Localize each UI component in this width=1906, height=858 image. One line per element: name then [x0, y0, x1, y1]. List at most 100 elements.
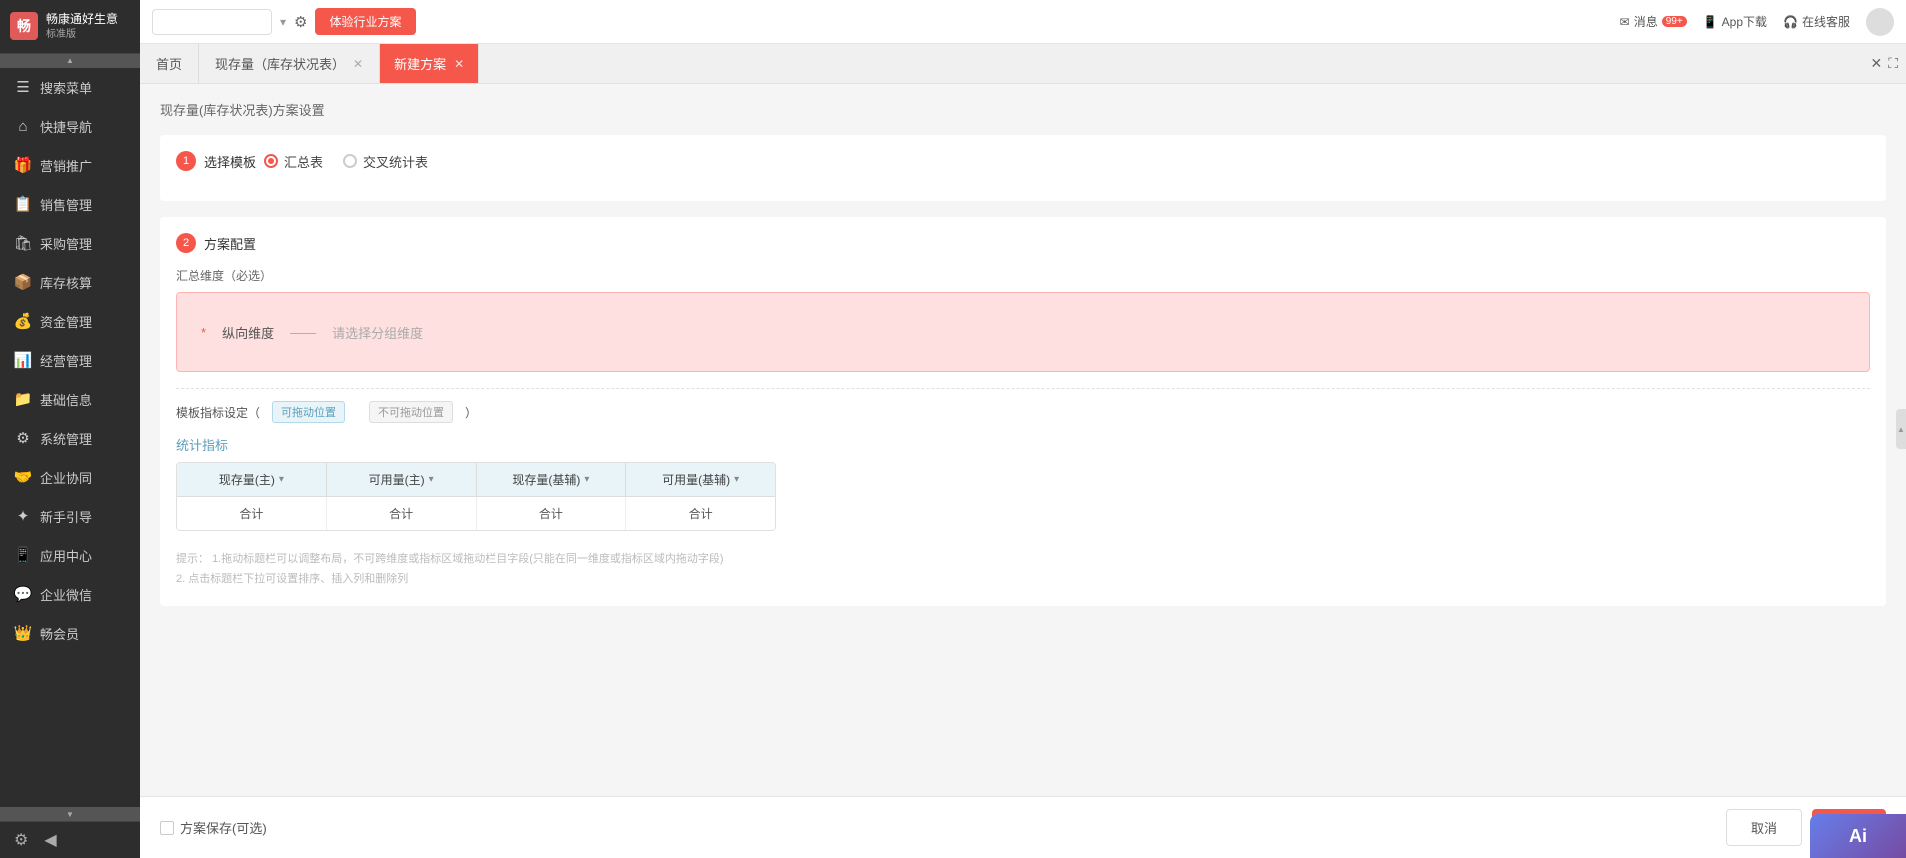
sidebar-item-label: 营销推广 [40, 156, 92, 175]
non-draggable-tag: 不可拖动位置 [369, 401, 453, 423]
ai-float-button[interactable]: Ai [1810, 814, 1906, 858]
chevron-down-icon-3: ▾ [734, 474, 739, 485]
step2-label: 方案配置 [204, 234, 256, 253]
summary-dimension-section: 汇总维度（必选） * 纵向维度 —— 请选择分组维度 [176, 267, 1870, 372]
step2-header: 2 方案配置 [176, 233, 1870, 253]
step1-header: 1 选择模板 汇总表 交叉统计表 [176, 151, 1870, 171]
scroll-down-indicator[interactable]: ▼ [0, 807, 140, 821]
sidebar-item-basic[interactable]: 📁 基础信息 [0, 380, 140, 419]
stats-col-2[interactable]: 现存量(基辅) ▾ [477, 463, 627, 496]
sidebar-item-newguide[interactable]: ✦ 新手引导 [0, 497, 140, 536]
tab-inventory-status-close[interactable]: ✕ [353, 57, 363, 71]
settings-icon[interactable]: ⚙ [14, 830, 28, 850]
stats-data-row: 合计 合计 合计 合计 [177, 497, 775, 530]
stats-col-2-label: 现存量(基辅) [512, 471, 580, 488]
sidebar-item-label: 销售管理 [40, 195, 92, 214]
gift-icon: 🎁 [14, 156, 32, 174]
main-area: ▾ ⚙ 体验行业方案 ✉ 消息 99+ 📱 App下载 🎧 在线客服 首页 [140, 0, 1906, 858]
cancel-button[interactable]: 取消 [1726, 809, 1802, 846]
scroll-up-indicator[interactable]: ▲ [0, 54, 140, 68]
chevron-down-icon-0: ▾ [279, 474, 284, 485]
stats-data-2: 合计 [477, 497, 627, 530]
sidebar-item-label: 畅会员 [40, 624, 79, 643]
metrics-end: ） [465, 404, 477, 421]
phone-icon: 📱 [1703, 15, 1718, 29]
search-input[interactable] [152, 9, 272, 35]
sidebar-item-marketing[interactable]: 🎁 营销推广 [0, 146, 140, 185]
stats-col-0[interactable]: 现存量(主) ▾ [177, 463, 327, 496]
sales-icon: 📋 [14, 195, 32, 213]
dimension-dash: —— [290, 325, 316, 340]
step2-num: 2 [176, 233, 196, 253]
content-area: 现存量(库存状况表)方案设置 1 选择模板 汇总表 交叉统计表 [140, 84, 1906, 796]
sidebar-item-label: 资金管理 [40, 312, 92, 331]
gear-icon[interactable]: ⚙ [294, 13, 307, 31]
dimension-box[interactable]: * 纵向维度 —— 请选择分组维度 [176, 292, 1870, 372]
expand-icon[interactable]: ⛶ [1888, 55, 1898, 72]
wechat-icon: 💬 [14, 585, 32, 603]
app-download-btn[interactable]: 📱 App下载 [1703, 13, 1767, 30]
tab-new-scheme-label: 新建方案 [394, 54, 446, 73]
sidebar-item-operation[interactable]: 📊 经营管理 [0, 341, 140, 380]
sidebar-item-inventory[interactable]: 📦 库存核算 [0, 263, 140, 302]
sidebar-item-enterprise[interactable]: 🤝 企业协同 [0, 458, 140, 497]
stats-table: 现存量(主) ▾ 可用量(主) ▾ 现存量(基辅) ▾ 可用量(基辅) [176, 462, 776, 531]
sidebar-item-system[interactable]: ⚙ 系统管理 [0, 419, 140, 458]
stats-col-3[interactable]: 可用量(基辅) ▾ [626, 463, 775, 496]
tab-home[interactable]: 首页 [140, 44, 199, 83]
topbar: ▾ ⚙ 体验行业方案 ✉ 消息 99+ 📱 App下载 🎧 在线客服 [140, 0, 1906, 44]
stats-col-1[interactable]: 可用量(主) ▾ [327, 463, 477, 496]
basic-icon: 📁 [14, 390, 32, 408]
tab-new-scheme[interactable]: 新建方案 ✕ [380, 44, 479, 83]
radio-cross[interactable]: 交叉统计表 [343, 152, 428, 171]
sidebar-item-finance[interactable]: 💰 资金管理 [0, 302, 140, 341]
right-handle-icon: ▲ [1897, 425, 1905, 434]
save-checkbox[interactable] [160, 821, 174, 835]
page-title: 现存量(库存状况表)方案设置 [160, 100, 1886, 119]
system-icon: ⚙ [14, 429, 32, 447]
message-label: 消息 [1634, 13, 1658, 30]
inventory-icon: 📦 [14, 273, 32, 291]
chevron-down-icon-1: ▾ [429, 474, 434, 485]
draggable-tag: 可拖动位置 [272, 401, 345, 423]
sidebar-item-quick-nav[interactable]: ⌂ 快捷导航 [0, 107, 140, 146]
save-option[interactable]: 方案保存(可选) [160, 818, 267, 837]
avatar[interactable] [1866, 8, 1894, 36]
sidebar-nav: ☰ 搜索菜单 ⌂ 快捷导航 🎁 营销推广 📋 销售管理 🛍 采购管理 📦 库存核… [0, 68, 140, 807]
messages-btn[interactable]: ✉ 消息 99+ [1620, 13, 1687, 30]
sidebar-item-member[interactable]: 👑 畅会员 [0, 614, 140, 653]
member-icon: 👑 [14, 624, 32, 642]
stats-header-row: 现存量(主) ▾ 可用量(主) ▾ 现存量(基辅) ▾ 可用量(基辅) [177, 463, 775, 497]
sidebar-item-label: 新手引导 [40, 507, 92, 526]
save-option-label: 方案保存(可选) [180, 818, 267, 837]
dimension-placeholder: 请选择分组维度 [332, 323, 423, 342]
online-service-btn[interactable]: 🎧 在线客服 [1783, 13, 1850, 30]
sidebar-item-label: 库存核算 [40, 273, 92, 292]
sidebar-footer: ⚙ ◀ [0, 821, 140, 858]
radio-summary[interactable]: 汇总表 [264, 152, 323, 171]
tip2: 2. 点击标题栏下拉可设置排序、插入列和删除列 [176, 570, 1870, 586]
metrics-setting: 模板指标设定（ 可拖动位置 不可拖动位置 ） 统计指标 现存量(主) ▾ [176, 388, 1870, 586]
radio-cross-circle [343, 154, 357, 168]
chevron-down-icon[interactable]: ▾ [280, 15, 286, 29]
sidebar-item-appcenter[interactable]: 📱 应用中心 [0, 536, 140, 575]
sidebar-item-label: 采购管理 [40, 234, 92, 253]
collapse-icon[interactable]: ◀ [44, 830, 56, 850]
sidebar-item-purchase[interactable]: 🛍 采购管理 [0, 224, 140, 263]
sidebar-item-sales[interactable]: 📋 销售管理 [0, 185, 140, 224]
tab-new-scheme-close[interactable]: ✕ [454, 57, 464, 71]
sidebar-item-search-menu[interactable]: ☰ 搜索菜单 [0, 68, 140, 107]
stats-data-3: 合计 [626, 497, 775, 530]
enterprise-icon: 🤝 [14, 468, 32, 486]
tab-inventory-status[interactable]: 现存量（库存状况表） ✕ [199, 44, 380, 83]
logo-text: 畅康通好生意 标准版 [46, 12, 118, 41]
sidebar-item-wechat[interactable]: 💬 企业微信 [0, 575, 140, 614]
step2-section: 2 方案配置 汇总维度（必选） * 纵向维度 —— 请选择分组维度 模板指标设定… [160, 217, 1886, 606]
tabbar-actions: ✕ ⛶ [1862, 44, 1906, 83]
stats-data-0: 合计 [177, 497, 327, 530]
close-window-icon[interactable]: ✕ [1870, 55, 1882, 72]
industry-btn[interactable]: 体验行业方案 [315, 8, 415, 35]
tips-section: 提示： 1.拖动标题栏可以调整布局，不可跨维度或指标区域拖动栏目字段(只能在同一… [176, 550, 1870, 586]
right-collapse-handle[interactable]: ▲ [1896, 409, 1906, 449]
sidebar-item-label: 系统管理 [40, 429, 92, 448]
